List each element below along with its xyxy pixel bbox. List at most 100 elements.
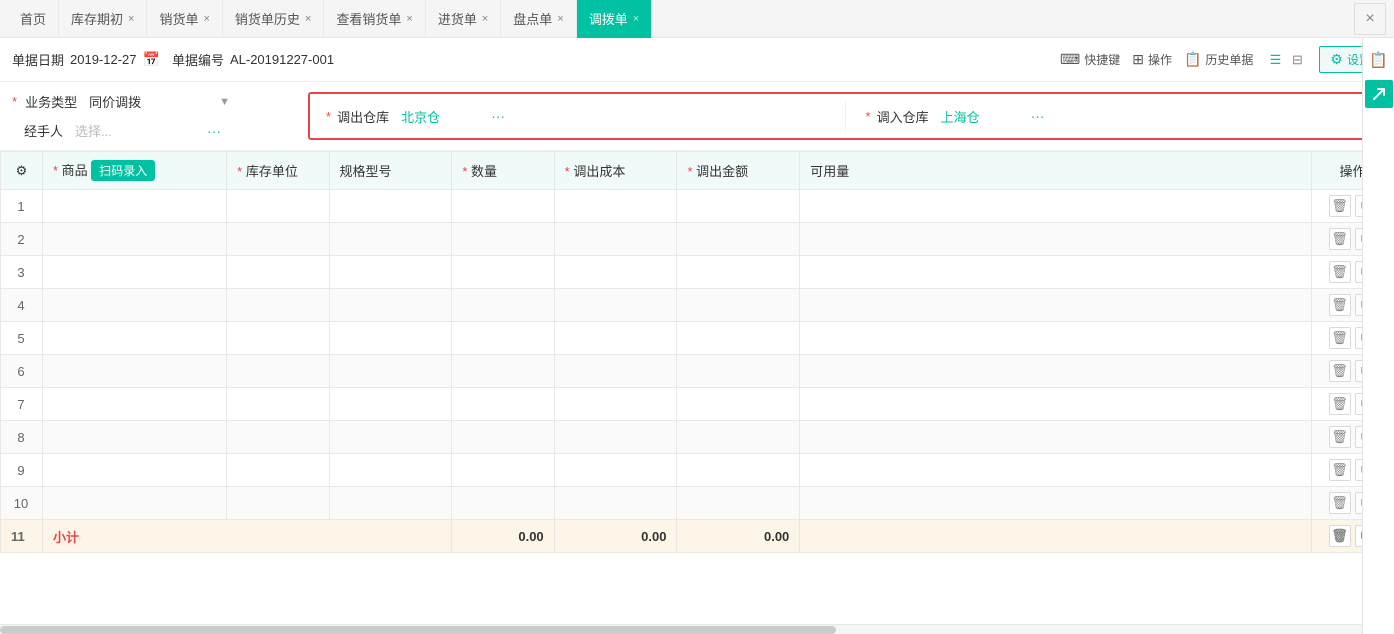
warehouse-in-more-icon[interactable]: ··· (1031, 108, 1045, 124)
calendar-icon[interactable]: 📅 (143, 51, 160, 68)
row-spec-cell[interactable] (329, 355, 452, 388)
row-cost-cell[interactable] (554, 322, 677, 355)
row-qty-cell[interactable] (452, 388, 554, 421)
tab-sales[interactable]: 销货单 × (147, 0, 222, 38)
row-delete-icon[interactable]: 🗑 (1329, 426, 1351, 448)
row-product-cell[interactable] (42, 421, 226, 454)
row-qty-cell[interactable] (452, 322, 554, 355)
row-delete-icon[interactable]: 🗑 (1329, 525, 1351, 547)
row-cost-cell[interactable] (554, 256, 677, 289)
row-unit-cell[interactable] (227, 355, 329, 388)
row-amount-cell[interactable] (677, 289, 800, 322)
row-product-cell[interactable] (42, 355, 226, 388)
scroll-thumb[interactable] (0, 626, 836, 634)
col-settings-icon[interactable]: ⚙ (16, 163, 28, 178)
row-delete-icon[interactable]: 🗑 (1329, 360, 1351, 382)
row-qty-cell[interactable] (452, 223, 554, 256)
tab-view-sales[interactable]: 查看销货单 × (324, 0, 425, 38)
row-delete-icon[interactable]: 🗑 (1329, 294, 1351, 316)
row-qty-cell[interactable] (452, 256, 554, 289)
row-unit-cell[interactable] (227, 223, 329, 256)
row-spec-cell[interactable] (329, 289, 452, 322)
row-spec-cell[interactable] (329, 421, 452, 454)
row-delete-icon[interactable]: 🗑 (1329, 393, 1351, 415)
row-cost-cell[interactable] (554, 355, 677, 388)
row-cost-cell[interactable] (554, 421, 677, 454)
tab-sales-close[interactable]: × (203, 13, 209, 25)
business-type-dropdown-icon[interactable]: ▼ (219, 96, 230, 108)
tab-purchase[interactable]: 进货单 × (426, 0, 501, 38)
row-amount-cell[interactable] (677, 322, 800, 355)
row-unit-cell[interactable] (227, 190, 329, 223)
row-delete-icon[interactable]: 🗑 (1329, 195, 1351, 217)
row-product-cell[interactable] (42, 388, 226, 421)
row-amount-cell[interactable] (677, 190, 800, 223)
row-unit-cell[interactable] (227, 487, 329, 520)
row-product-cell[interactable] (42, 223, 226, 256)
handler-more-icon[interactable]: ··· (207, 123, 221, 139)
row-amount-cell[interactable] (677, 487, 800, 520)
row-product-cell[interactable] (42, 454, 226, 487)
tab-stocktake-close[interactable]: × (557, 13, 563, 25)
row-cost-cell[interactable] (554, 454, 677, 487)
tab-inventory[interactable]: 库存期初 × (59, 0, 147, 38)
tab-purchase-close[interactable]: × (482, 13, 488, 25)
row-unit-cell[interactable] (227, 454, 329, 487)
tab-home[interactable]: 首页 (8, 0, 59, 38)
row-unit-cell[interactable] (227, 322, 329, 355)
shortcut-button[interactable]: ⌨ 快捷键 (1060, 51, 1120, 68)
tab-transfer-close[interactable]: × (633, 13, 639, 25)
row-amount-cell[interactable] (677, 388, 800, 421)
row-product-cell[interactable] (42, 322, 226, 355)
row-spec-cell[interactable] (329, 223, 452, 256)
sidebar-note-icon[interactable]: 📋 (1365, 46, 1393, 74)
tab-inventory-close[interactable]: × (128, 13, 134, 25)
row-product-cell[interactable] (42, 190, 226, 223)
close-window-button[interactable]: × (1354, 3, 1386, 35)
scan-button[interactable]: 扫码录入 (91, 160, 155, 181)
row-cost-cell[interactable] (554, 388, 677, 421)
handler-input[interactable]: 选择... (75, 121, 195, 140)
layout-list-icon[interactable]: ☰ (1265, 50, 1285, 70)
row-spec-cell[interactable] (329, 388, 452, 421)
row-amount-cell[interactable] (677, 223, 800, 256)
row-qty-cell[interactable] (452, 289, 554, 322)
sidebar-link-icon[interactable] (1365, 80, 1393, 108)
row-qty-cell[interactable] (452, 355, 554, 388)
row-delete-icon[interactable]: 🗑 (1329, 228, 1351, 250)
row-spec-cell[interactable] (329, 487, 452, 520)
row-spec-cell[interactable] (329, 454, 452, 487)
date-value[interactable]: 2019-12-27 (70, 52, 137, 67)
row-spec-cell[interactable] (329, 256, 452, 289)
layout-grid-icon[interactable]: ⊟ (1287, 50, 1307, 70)
row-amount-cell[interactable] (677, 256, 800, 289)
row-delete-icon[interactable]: 🗑 (1329, 459, 1351, 481)
row-unit-cell[interactable] (227, 289, 329, 322)
row-qty-cell[interactable] (452, 454, 554, 487)
row-spec-cell[interactable] (329, 322, 452, 355)
tab-sales-history-close[interactable]: × (305, 13, 311, 25)
row-delete-icon[interactable]: 🗑 (1329, 261, 1351, 283)
row-amount-cell[interactable] (677, 454, 800, 487)
row-product-cell[interactable] (42, 487, 226, 520)
tab-view-sales-close[interactable]: × (406, 13, 412, 25)
bottom-scrollbar[interactable] (0, 624, 1394, 634)
row-spec-cell[interactable] (329, 190, 452, 223)
tab-transfer[interactable]: 调拨单 × (577, 0, 652, 38)
row-cost-cell[interactable] (554, 190, 677, 223)
row-qty-cell[interactable] (452, 487, 554, 520)
tab-stocktake[interactable]: 盘点单 × (501, 0, 576, 38)
row-cost-cell[interactable] (554, 223, 677, 256)
warehouse-out-value[interactable]: 北京仓 (401, 107, 481, 126)
row-unit-cell[interactable] (227, 388, 329, 421)
warehouse-in-value[interactable]: 上海仓 (941, 107, 1021, 126)
row-qty-cell[interactable] (452, 421, 554, 454)
col-settings[interactable]: ⚙ (1, 152, 43, 190)
row-amount-cell[interactable] (677, 421, 800, 454)
row-qty-cell[interactable] (452, 190, 554, 223)
row-product-cell[interactable] (42, 289, 226, 322)
business-type-value[interactable]: 同价调拨 (89, 92, 209, 111)
tab-sales-history[interactable]: 销货单历史 × (223, 0, 324, 38)
row-delete-icon[interactable]: 🗑 (1329, 492, 1351, 514)
row-product-cell[interactable] (42, 256, 226, 289)
